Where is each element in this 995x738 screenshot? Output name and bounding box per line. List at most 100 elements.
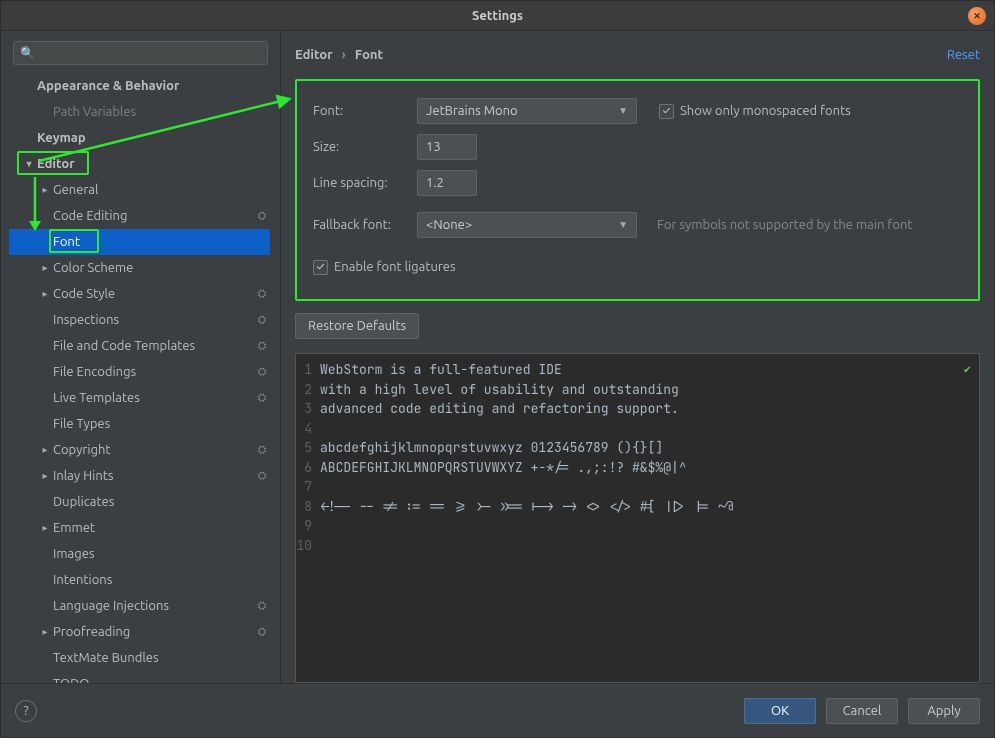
disclosure-arrow-icon: ▸ <box>39 626 51 638</box>
tree-item-code-style[interactable]: ▸Code Style⛭ <box>9 281 270 307</box>
font-label: Font: <box>313 104 417 118</box>
show-monospaced-label: Show only monospaced fonts <box>680 104 851 118</box>
apply-button[interactable]: Apply <box>908 698 980 724</box>
tree-item-language-injections[interactable]: Language Injections⛭ <box>9 593 270 619</box>
gear-icon: ⛭ <box>254 338 270 354</box>
tree-item-color-scheme[interactable]: ▸Color Scheme <box>9 255 270 281</box>
preview-text: ABCDEFGHIJKLMNOPQRSTUVWXYZ +-*/= .,;:!? … <box>320 458 687 478</box>
content-pane: Editor › Font Reset Font: JetBrains Mono… <box>281 31 994 683</box>
tree-item-label: Images <box>53 547 270 561</box>
spacing-value: 1.2 <box>426 176 444 190</box>
tree-item-label: Code Editing <box>53 209 254 223</box>
preview-text: abcdefghijklmnopqrstuvwxyz 0123456789 ()… <box>320 438 663 458</box>
show-monospaced-checkbox[interactable] <box>659 104 674 119</box>
gear-icon: ⛭ <box>254 286 270 302</box>
tree-item-label: Editor <box>37 157 270 171</box>
tree-item-font[interactable]: Font <box>9 229 270 255</box>
size-input[interactable]: 13 <box>417 134 477 160</box>
check-icon: ✔ <box>964 360 971 378</box>
gear-icon: ⛭ <box>254 390 270 406</box>
tree-item-label: Inlay Hints <box>53 469 254 483</box>
tree-item-label: General <box>53 183 270 197</box>
tree-item-general[interactable]: ▸General <box>9 177 270 203</box>
tree-item-appearance-behavior[interactable]: Appearance & Behavior <box>9 73 270 99</box>
ok-button[interactable]: OK <box>744 698 816 724</box>
gear-icon: ⛭ <box>254 364 270 380</box>
tree-item-todo[interactable]: TODO <box>9 671 270 683</box>
restore-defaults-button[interactable]: Restore Defaults <box>295 313 419 339</box>
tree-item-live-templates[interactable]: Live Templates⛭ <box>9 385 270 411</box>
help-button[interactable]: ? <box>15 700 37 722</box>
tree-item-label: Appearance & Behavior <box>37 79 270 93</box>
disclosure-arrow-icon: ▸ <box>39 184 51 196</box>
tree-item-label: Duplicates <box>53 495 270 509</box>
tree-item-inspections[interactable]: Inspections⛭ <box>9 307 270 333</box>
line-number: 6 <box>296 458 320 478</box>
fallback-value: <None> <box>426 218 472 232</box>
tree-item-copyright[interactable]: ▸Copyright⛭ <box>9 437 270 463</box>
tree-item-label: Inspections <box>53 313 254 327</box>
tree-item-inlay-hints[interactable]: ▸Inlay Hints⛭ <box>9 463 270 489</box>
tree-item-label: File and Code Templates <box>53 339 254 353</box>
ligatures-checkbox[interactable] <box>313 260 328 275</box>
spacing-label: Line spacing: <box>313 176 417 190</box>
preview-line: 7 <box>296 477 979 497</box>
tree-item-intentions[interactable]: Intentions <box>9 567 270 593</box>
tree-item-file-types[interactable]: File Types <box>9 411 270 437</box>
tree-item-label: TODO <box>53 677 270 683</box>
titlebar: Settings ✕ <box>1 1 994 31</box>
tree-item-path-variables[interactable]: Path Variables <box>9 99 270 125</box>
line-number: 1 <box>296 360 320 380</box>
tree-item-code-editing[interactable]: Code Editing⛭ <box>9 203 270 229</box>
tree-item-keymap[interactable]: Keymap <box>9 125 270 151</box>
line-number: 5 <box>296 438 320 458</box>
tree-item-file-and-code-templates[interactable]: File and Code Templates⛭ <box>9 333 270 359</box>
line-number: 8 <box>296 497 320 517</box>
gear-icon: ⛭ <box>254 442 270 458</box>
line-number: 4 <box>296 419 320 439</box>
preview-line: 8<!-- -- != := == >= >- >>= |-> -> <> </… <box>296 497 979 517</box>
disclosure-arrow-icon: ▸ <box>39 288 51 300</box>
tree-item-label: Path Variables <box>53 105 270 119</box>
tree-item-label: File Types <box>53 417 270 431</box>
cancel-button[interactable]: Cancel <box>826 698 898 724</box>
tree-item-images[interactable]: Images <box>9 541 270 567</box>
tree-item-emmet[interactable]: ▸Emmet <box>9 515 270 541</box>
line-number: 9 <box>296 516 320 536</box>
font-settings-panel: Font: JetBrains Mono ▼ Show only monospa… <box>295 79 980 301</box>
breadcrumb-part: Editor <box>295 48 333 62</box>
tree-item-label: Keymap <box>37 131 270 145</box>
tree-item-proofreading[interactable]: ▸Proofreading⛭ <box>9 619 270 645</box>
preview-line: 4 <box>296 419 979 439</box>
tree-item-duplicates[interactable]: Duplicates <box>9 489 270 515</box>
search-input[interactable]: 🔍 <box>13 41 268 65</box>
tree-item-label: Proofreading <box>53 625 254 639</box>
fallback-hint: For symbols not supported by the main fo… <box>657 218 913 232</box>
gear-icon: ⛭ <box>254 598 270 614</box>
font-select[interactable]: JetBrains Mono ▼ <box>417 98 637 124</box>
search-icon: 🔍 <box>20 46 35 60</box>
tree-item-file-encodings[interactable]: File Encodings⛭ <box>9 359 270 385</box>
tree-item-textmate-bundles[interactable]: TextMate Bundles <box>9 645 270 671</box>
close-icon[interactable]: ✕ <box>968 7 986 25</box>
settings-tree: Appearance & Behavior Path Variables Keyma… <box>9 73 272 683</box>
line-number: 3 <box>296 399 320 419</box>
gear-icon: ⛭ <box>254 208 270 224</box>
preview-text: advanced code editing and refactoring su… <box>320 399 679 419</box>
preview-line: 5abcdefghijklmnopqrstuvwxyz 0123456789 (… <box>296 438 979 458</box>
chevron-down-icon: ▼ <box>618 219 628 231</box>
tree-item-label: TextMate Bundles <box>53 651 270 665</box>
dialog-footer: ? OK Cancel Apply <box>1 683 994 737</box>
chevron-right-icon: › <box>342 48 346 62</box>
preview-line: 10 <box>296 536 979 556</box>
tree-item-label: File Encodings <box>53 365 254 379</box>
window-title: Settings <box>472 9 523 23</box>
line-spacing-input[interactable]: 1.2 <box>417 170 477 196</box>
fallback-font-select[interactable]: <None> ▼ <box>417 212 637 238</box>
tree-item-label: Font <box>53 235 270 249</box>
tree-item-editor[interactable]: ▾Editor <box>9 151 270 177</box>
tree-item-label: Code Style <box>53 287 254 301</box>
preview-line: 3advanced code editing and refactoring s… <box>296 399 979 419</box>
disclosure-arrow-icon: ▸ <box>39 444 51 456</box>
reset-link[interactable]: Reset <box>947 48 980 62</box>
